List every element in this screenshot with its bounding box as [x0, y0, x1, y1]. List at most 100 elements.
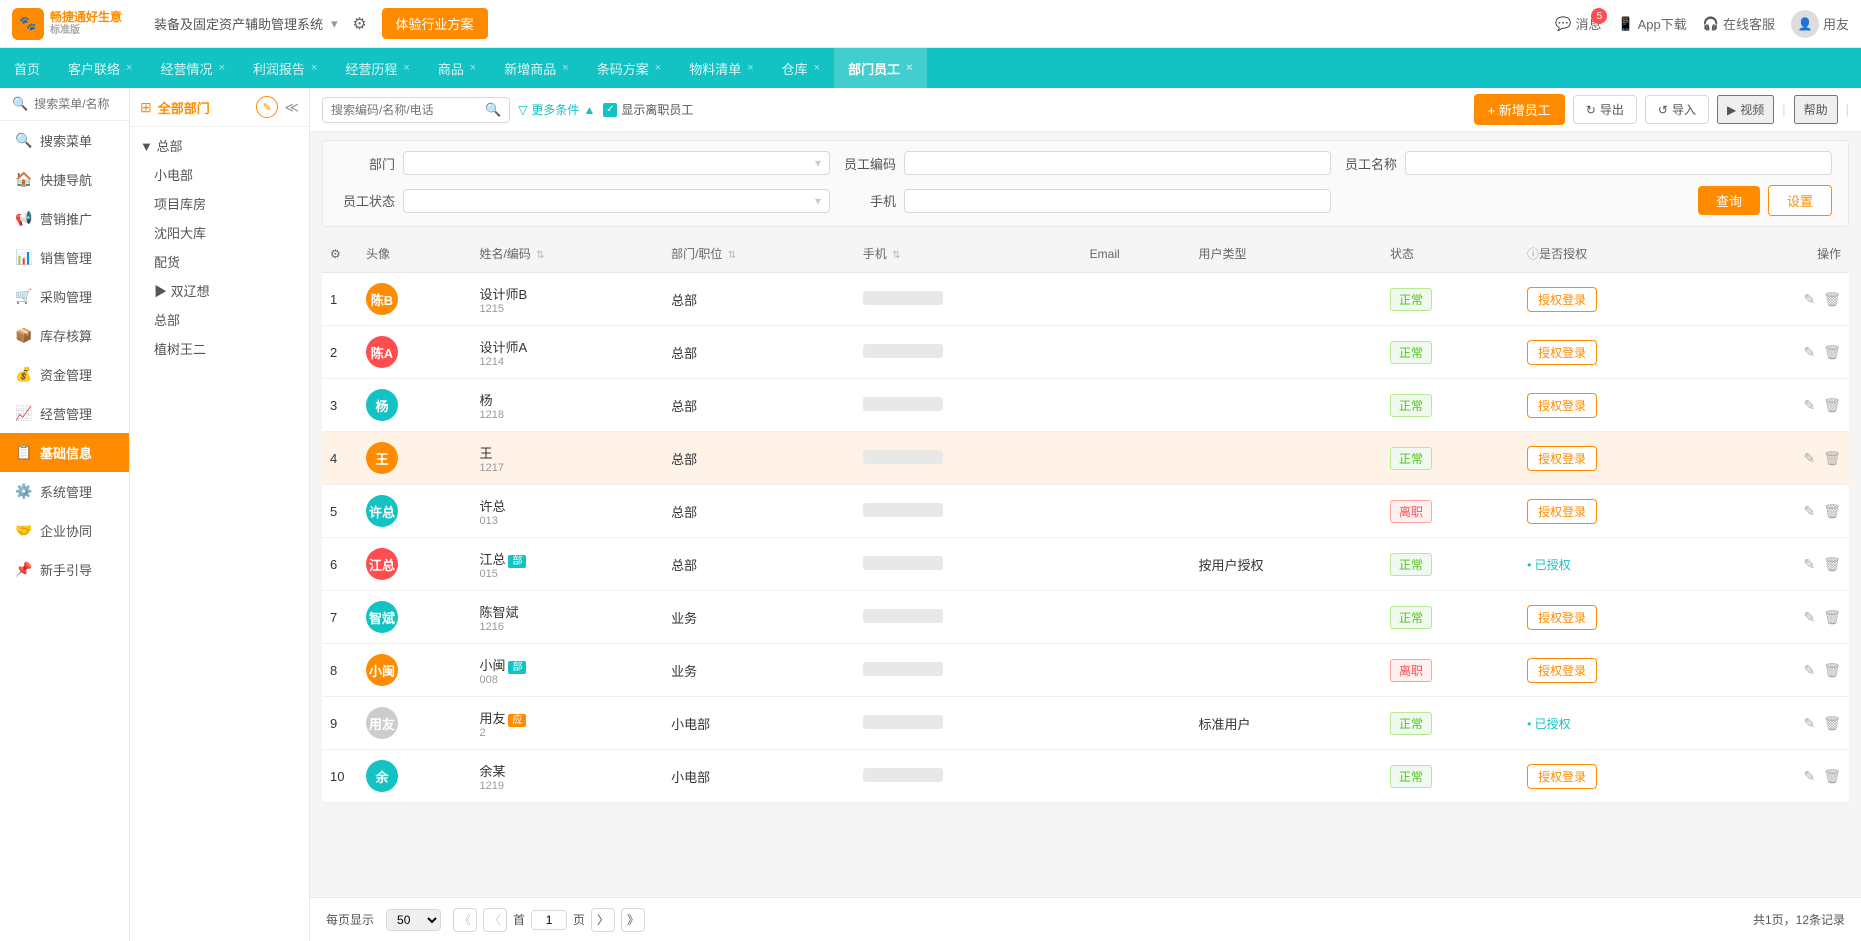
tab-close-icon[interactable]: × — [403, 62, 409, 74]
page-size-select[interactable]: 50 100 200 — [386, 909, 441, 931]
prev-page-btn[interactable]: 〈 — [483, 908, 507, 932]
sidebar-item-sales[interactable]: 📊 销售管理 — [0, 238, 129, 277]
delete-icon[interactable]: 🗑 — [1823, 662, 1841, 679]
auth-login-btn[interactable]: 授权登录 — [1527, 605, 1597, 630]
tab-close-icon[interactable]: × — [126, 62, 132, 74]
show-departed-toggle[interactable]: ✓ 显示离职员工 — [603, 101, 693, 118]
dept-add-icon[interactable]: ✎ — [256, 96, 278, 118]
delete-icon[interactable]: 🗑 — [1823, 715, 1841, 732]
app-download-item[interactable]: 📱 App下载 — [1617, 14, 1686, 33]
dept-node-general2[interactable]: 总部 — [130, 305, 309, 334]
dept-node-shuangliao[interactable]: ▶ 双辽想 — [130, 276, 309, 305]
nav-tab-经营情况[interactable]: 经营情况× — [146, 48, 238, 88]
delete-icon[interactable]: 🗑 — [1823, 556, 1841, 573]
page-input[interactable] — [531, 910, 567, 930]
nav-tab-商品[interactable]: 商品× — [424, 48, 490, 88]
dept-collapse-icon[interactable]: ≪ — [284, 99, 299, 116]
auth-login-btn[interactable]: 授权登录 — [1527, 499, 1597, 524]
sidebar-item-cooperation[interactable]: 🤝 企业协同 — [0, 511, 129, 550]
sidebar-item-purchase[interactable]: 🛒 采购管理 — [0, 277, 129, 316]
trial-button[interactable]: 体验行业方案 — [382, 8, 488, 39]
sidebar-item-quick-nav[interactable]: 🏠 快捷导航 — [0, 160, 129, 199]
delete-icon[interactable]: 🗑 — [1823, 291, 1841, 308]
name-filter-input[interactable] — [1405, 151, 1832, 175]
dept-node-project[interactable]: 项目库房 — [130, 189, 309, 218]
first-page-btn[interactable]: 《 — [453, 908, 477, 932]
status-filter-select[interactable]: ▾ — [403, 189, 830, 213]
nav-tab-利润报告[interactable]: 利润报告× — [239, 48, 331, 88]
settings-icon[interactable]: ⚙ — [346, 10, 374, 38]
next-page-btn[interactable]: 〉 — [591, 908, 615, 932]
sidebar-search-input[interactable] — [34, 97, 114, 111]
delete-icon[interactable]: 🗑 — [1823, 609, 1841, 626]
notification-item[interactable]: 💬 消息 5 — [1555, 14, 1601, 33]
auth-login-btn[interactable]: 授权登录 — [1527, 658, 1597, 683]
delete-icon[interactable]: 🗑 — [1823, 450, 1841, 467]
edit-icon[interactable]: ✎ — [1803, 556, 1815, 573]
sidebar-item-finance[interactable]: 💰 资金管理 — [0, 355, 129, 394]
delete-icon[interactable]: 🗑 — [1823, 768, 1841, 785]
sidebar-item-system[interactable]: ⚙️ 系统管理 — [0, 472, 129, 511]
tab-close-icon[interactable]: × — [562, 62, 568, 74]
edit-icon[interactable]: ✎ — [1803, 715, 1815, 732]
auth-login-btn[interactable]: 授权登录 — [1527, 340, 1597, 365]
auth-login-btn[interactable]: 授权登录 — [1527, 393, 1597, 418]
delete-icon[interactable]: 🗑 — [1823, 397, 1841, 414]
phone-filter-input[interactable] — [904, 189, 1331, 213]
nav-tab-首页[interactable]: 首页 — [0, 48, 54, 88]
tab-close-icon[interactable]: × — [470, 62, 476, 74]
dept-sort-icon[interactable]: ⇅ — [728, 250, 736, 261]
col-settings[interactable]: ⚙ — [322, 235, 358, 273]
edit-icon[interactable]: ✎ — [1803, 344, 1815, 361]
tab-close-icon[interactable]: × — [655, 62, 661, 74]
sidebar-item-marketing[interactable]: 📢 营销推广 — [0, 199, 129, 238]
dept-node-general[interactable]: ▼ 总部 — [130, 131, 309, 160]
view-btn[interactable]: ▶ 视频 — [1717, 95, 1774, 124]
tab-close-icon[interactable]: × — [218, 62, 224, 74]
code-filter-input[interactable] — [904, 151, 1331, 175]
tab-close-icon[interactable]: × — [311, 62, 317, 74]
user-item[interactable]: 👤 用友 — [1791, 10, 1849, 38]
nav-tab-部门员工[interactable]: 部门员工× — [834, 48, 926, 88]
auth-login-btn[interactable]: 授权登录 — [1527, 764, 1597, 789]
settings-btn[interactable]: 设置 — [1768, 185, 1832, 216]
delete-icon[interactable]: 🗑 — [1823, 344, 1841, 361]
edit-icon[interactable]: ✎ — [1803, 450, 1815, 467]
name-sort-icon[interactable]: ⇅ — [536, 250, 544, 261]
edit-icon[interactable]: ✎ — [1803, 503, 1815, 520]
dept-filter-select[interactable]: ▾ — [403, 151, 830, 175]
nav-tab-新增商品[interactable]: 新增商品× — [490, 48, 582, 88]
edit-icon[interactable]: ✎ — [1803, 662, 1815, 679]
edit-icon[interactable]: ✎ — [1803, 768, 1815, 785]
dept-node-xiaodian[interactable]: 小电部 — [130, 160, 309, 189]
online-service-item[interactable]: 🎧 在线客服 — [1703, 14, 1775, 33]
sidebar-item-search[interactable]: 🔍 搜索菜单 — [0, 121, 129, 160]
dept-node-plantking[interactable]: 植树王二 — [130, 334, 309, 363]
phone-sort-icon[interactable]: ⇅ — [892, 250, 900, 261]
tab-close-icon[interactable]: × — [906, 62, 912, 74]
search-btn-icon[interactable]: 🔍 — [485, 102, 501, 118]
tab-close-icon[interactable]: × — [747, 62, 753, 74]
nav-tab-经营历程[interactable]: 经营历程× — [331, 48, 423, 88]
auth-login-btn[interactable]: 授权登录 — [1527, 446, 1597, 471]
search-employee-input[interactable] — [331, 103, 481, 117]
dept-node-distribution[interactable]: 配货 — [130, 247, 309, 276]
delete-icon[interactable]: 🗑 — [1823, 503, 1841, 520]
export-btn[interactable]: ↻ 导出 — [1573, 95, 1637, 124]
system-dropdown-arrow[interactable]: ▾ — [331, 16, 338, 32]
auth-login-btn[interactable]: 授权登录 — [1527, 287, 1597, 312]
nav-tab-条码方案[interactable]: 条码方案× — [583, 48, 675, 88]
more-filters-btn[interactable]: ▽ 更多条件 ▲ — [518, 101, 595, 118]
dept-node-shenyang[interactable]: 沈阳大库 — [130, 218, 309, 247]
import-btn[interactable]: ↺ 导入 — [1645, 95, 1709, 124]
nav-tab-仓库[interactable]: 仓库× — [768, 48, 834, 88]
sidebar-item-operations[interactable]: 📈 经营管理 — [0, 394, 129, 433]
sidebar-item-basic-info[interactable]: 📋 基础信息 — [0, 433, 129, 472]
col-settings-icon[interactable]: ⚙ — [330, 247, 341, 261]
edit-icon[interactable]: ✎ — [1803, 291, 1815, 308]
query-btn[interactable]: 查询 — [1698, 186, 1760, 215]
sidebar-item-inventory[interactable]: 📦 库存核算 — [0, 316, 129, 355]
last-page-btn[interactable]: 》 — [621, 908, 645, 932]
nav-tab-物料清单[interactable]: 物料清单× — [675, 48, 767, 88]
sidebar-item-guide[interactable]: 📌 新手引导 — [0, 550, 129, 589]
